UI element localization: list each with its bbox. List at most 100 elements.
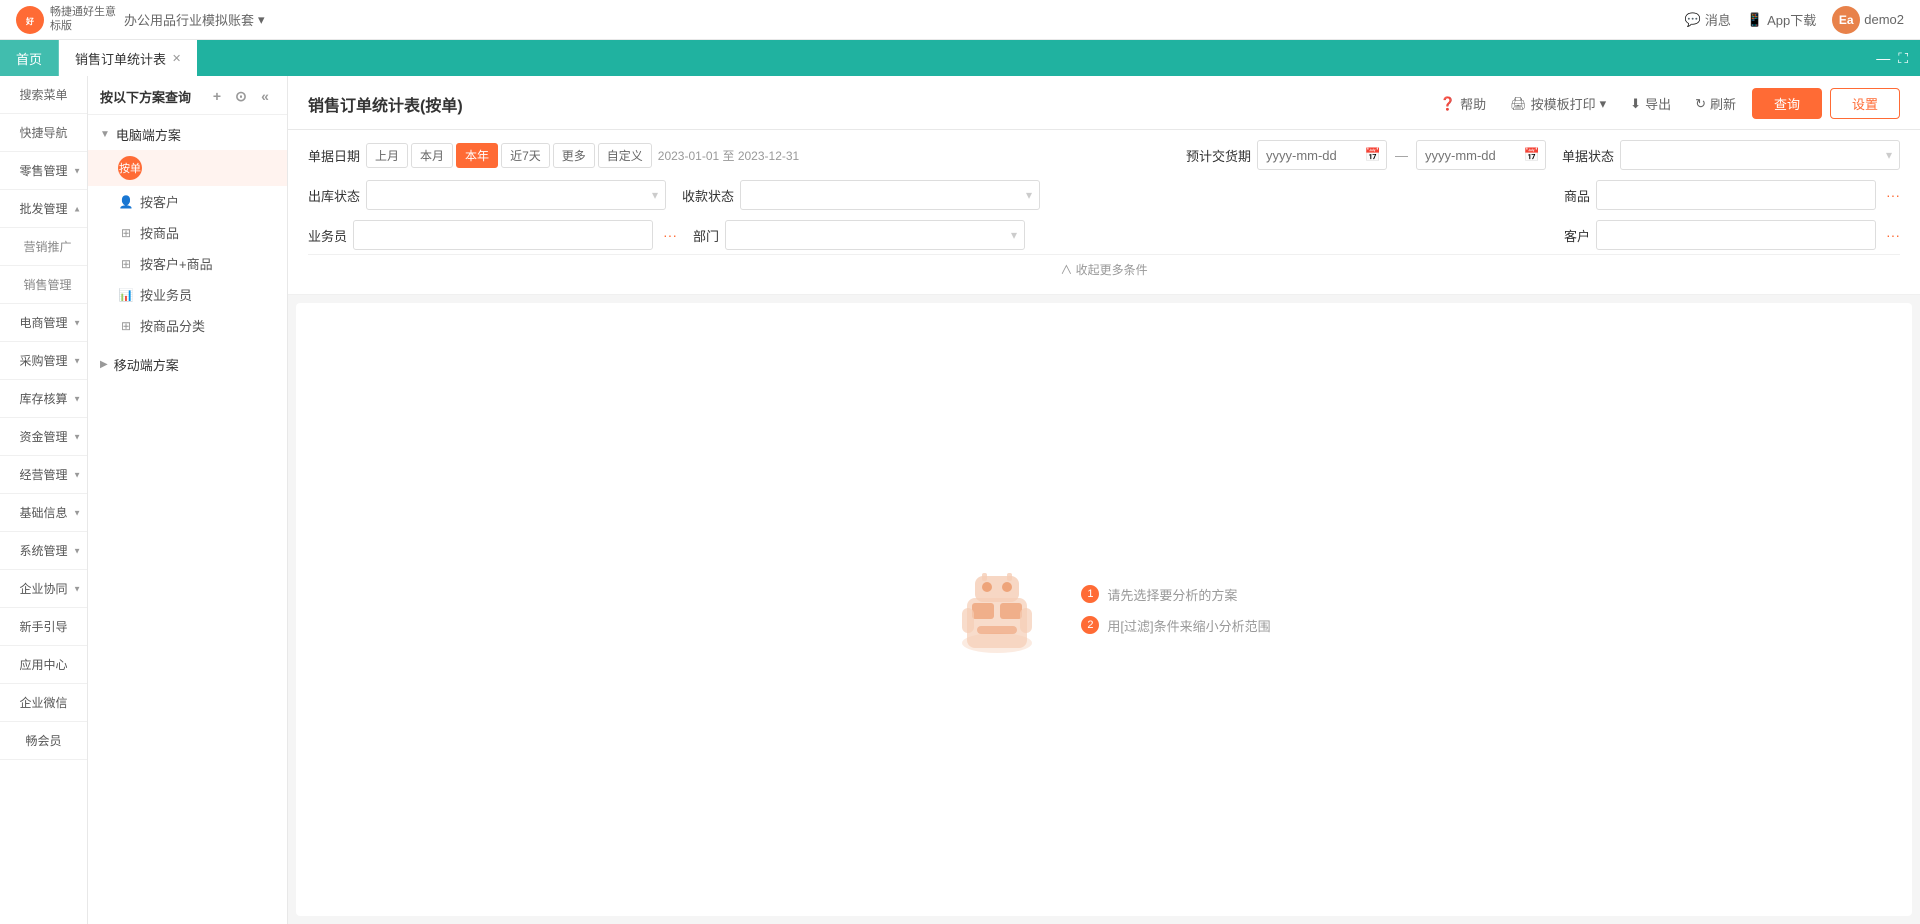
page-actions: ❓ 帮助 🖨 按模板打印 ▾ ⬇ 导出 ↻ (1432, 88, 1900, 119)
help-icon: ❓ (1440, 96, 1456, 112)
department-label: 部门 (693, 226, 719, 245)
settings-button[interactable]: 设置 (1830, 88, 1900, 119)
date-quick-btns: 上月 本月 本年 近7天 更多 自定义 (366, 143, 652, 168)
tip-num-2: 2 (1081, 616, 1099, 634)
department-select-wrap: ▾ (725, 220, 1025, 250)
salesman-input[interactable] (353, 220, 653, 250)
sidebar-item-appstore[interactable]: 应用中心 (0, 646, 87, 684)
edit-scheme-btn[interactable]: ⊙ (231, 86, 251, 106)
sidebar-item-system[interactable]: 系统管理 (0, 532, 87, 570)
sidebar-item-wholesale[interactable]: 批发管理 (0, 190, 87, 228)
date-btn-7days[interactable]: 近7天 (501, 143, 550, 168)
add-scheme-btn[interactable]: + (207, 86, 227, 106)
sidebar-item-retail[interactable]: 零售管理 (0, 152, 87, 190)
scheme-item-by-goods[interactable]: ⊞ 按商品 (88, 217, 287, 248)
sidebar-item-wechat[interactable]: 企业微信 (0, 684, 87, 722)
refresh-icon: ↻ (1695, 96, 1706, 112)
date-label: 单据日期 (308, 146, 360, 165)
empty-tip-2-text: 用[过滤]条件来缩小分析范围 (1107, 616, 1270, 635)
left-panel: 按以下方案查询 + ⊙ « ▼ 电脑端方案 (88, 76, 288, 924)
sidebar-item-marketing[interactable]: 营销推广 (0, 228, 87, 266)
empty-tip-1-text: 请先选择要分析的方案 (1107, 585, 1237, 604)
empty-state: 1 请先选择要分析的方案 2 用[过滤]条件来缩小分析范围 (296, 303, 1912, 916)
sidebar-item-base[interactable]: 基础信息 (0, 494, 87, 532)
window-controls: — ⛶ (1864, 50, 1920, 67)
sidebar-item-member[interactable]: 畅会员 (0, 722, 87, 760)
sidebar-item-enterprise[interactable]: 企业协同 (0, 570, 87, 608)
logo-area: 好 畅捷通好生意 标版 (16, 6, 116, 34)
sidebar-item-quicknav[interactable]: 快捷导航 (0, 114, 87, 152)
right-panel: 销售订单统计表(按单) ❓ 帮助 🖨 按模板打印 ▾ ⬇ (288, 76, 1920, 924)
payment-status-wrap: ▾ (740, 180, 1040, 210)
messages-btn[interactable]: 💬 消息 (1685, 10, 1731, 29)
tab-close-icon[interactable]: ✕ (172, 52, 181, 65)
person-icon: 👤 (118, 194, 134, 210)
salesman-more-btn[interactable]: ··· (663, 227, 677, 243)
expected-date-end: 📅 (1416, 140, 1546, 170)
sidebar-item-inventory[interactable]: 库存核算 (0, 380, 87, 418)
sidebar-item-purchase[interactable]: 采购管理 (0, 342, 87, 380)
help-btn[interactable]: ❓ 帮助 (1432, 90, 1494, 117)
refresh-btn[interactable]: ↻ 刷新 (1687, 90, 1744, 117)
department-select[interactable] (725, 220, 1025, 250)
export-btn[interactable]: ⬇ 导出 (1622, 90, 1679, 117)
scheme-item-by-salesman[interactable]: 📊 按业务员 (88, 279, 287, 310)
date-btn-thisyear[interactable]: 本年 (456, 143, 498, 168)
bill-status-label: 单据状态 (1562, 146, 1614, 165)
empty-tips: 1 请先选择要分析的方案 2 用[过滤]条件来缩小分析范围 (1081, 585, 1270, 635)
chevron-down-icon: ▾ (258, 12, 265, 28)
category-icon: ⊞ (118, 318, 134, 334)
active-scheme-icon: 按单 (118, 156, 142, 180)
customer-input[interactable] (1596, 220, 1876, 250)
scheme-item-by-order[interactable]: 按单 (88, 150, 287, 186)
date-btn-lastmonth[interactable]: 上月 (366, 143, 408, 168)
collapse-panel-btn[interactable]: « (255, 86, 275, 106)
sidebar: 搜索菜单 快捷导航 零售管理 批发管理 营销推广 销售管理 电商管理 采购管理 … (0, 76, 88, 924)
user-area[interactable]: Ea demo2 (1832, 6, 1904, 34)
collapse-arrow-icon: ∧ (1060, 263, 1072, 277)
scheme-item-by-category[interactable]: ⊞ 按商品分类 (88, 310, 287, 341)
header-right: 💬 消息 📱 App下载 Ea demo2 (1685, 6, 1904, 34)
payment-status-label: 收款状态 (682, 186, 734, 205)
customer-label: 客户 (1564, 226, 1590, 245)
delivery-status-filter: 出库状态 ▾ (308, 180, 666, 210)
payment-status-select[interactable] (740, 180, 1040, 210)
minimize-icon[interactable]: — (1876, 50, 1890, 66)
goods-more-btn[interactable]: ··· (1886, 187, 1900, 203)
scheme-group-mobile: ▶ 移动端方案 (88, 345, 287, 384)
maximize-icon[interactable]: ⛶ (1898, 50, 1908, 67)
tab-sales-order-stats[interactable]: 销售订单统计表 ✕ (59, 40, 197, 76)
scheme-group-mobile-header[interactable]: ▶ 移动端方案 (88, 349, 287, 380)
collapse-more-filters-btn[interactable]: ∧ 收起更多条件 (308, 254, 1900, 284)
scheme-item-by-customer[interactable]: 👤 按客户 (88, 186, 287, 217)
empty-tip-2: 2 用[过滤]条件来缩小分析范围 (1081, 616, 1270, 635)
scheme-item-by-customer-goods[interactable]: ⊞ 按客户+商品 (88, 248, 287, 279)
bill-status-filter: 单据状态 ▾ (1562, 140, 1900, 170)
date-btn-more[interactable]: 更多 (553, 143, 595, 168)
sidebar-item-finance[interactable]: 资金管理 (0, 418, 87, 456)
sidebar-item-newguide[interactable]: 新手引导 (0, 608, 87, 646)
svg-text:好: 好 (25, 16, 34, 26)
bill-status-select[interactable] (1620, 140, 1900, 170)
customer-more-btn[interactable]: ··· (1886, 227, 1900, 243)
sidebar-item-search[interactable]: 搜索菜单 (0, 76, 87, 114)
app-download-btn[interactable]: 📱 App下载 (1747, 10, 1816, 29)
left-panel-title: 按以下方案查询 (100, 87, 191, 106)
delivery-status-select[interactable] (366, 180, 666, 210)
date-btn-thismonth[interactable]: 本月 (411, 143, 453, 168)
scheme-group-pc-header[interactable]: ▼ 电脑端方案 (88, 119, 287, 150)
sidebar-item-ecommerce[interactable]: 电商管理 (0, 304, 87, 342)
date-btn-custom[interactable]: 自定义 (598, 143, 652, 168)
date-range-text: 2023-01-01 至 2023-12-31 (658, 147, 799, 164)
breadcrumb[interactable]: 办公用品行业模拟账套 ▾ (124, 10, 265, 29)
expected-date-filter: 预计交货期 📅 — 📅 (1186, 140, 1546, 170)
left-panel-header: 按以下方案查询 + ⊙ « (88, 76, 287, 115)
sidebar-item-sales[interactable]: 销售管理 (0, 266, 87, 304)
tip-num-1: 1 (1081, 585, 1099, 603)
sidebar-item-operation[interactable]: 经营管理 (0, 456, 87, 494)
tab-home[interactable]: 首页 (0, 40, 59, 76)
goods-input[interactable] (1596, 180, 1876, 210)
template-print-btn[interactable]: 🖨 按模板打印 ▾ (1502, 90, 1614, 117)
query-button[interactable]: 查询 (1752, 88, 1822, 119)
empty-illustration (937, 548, 1057, 671)
